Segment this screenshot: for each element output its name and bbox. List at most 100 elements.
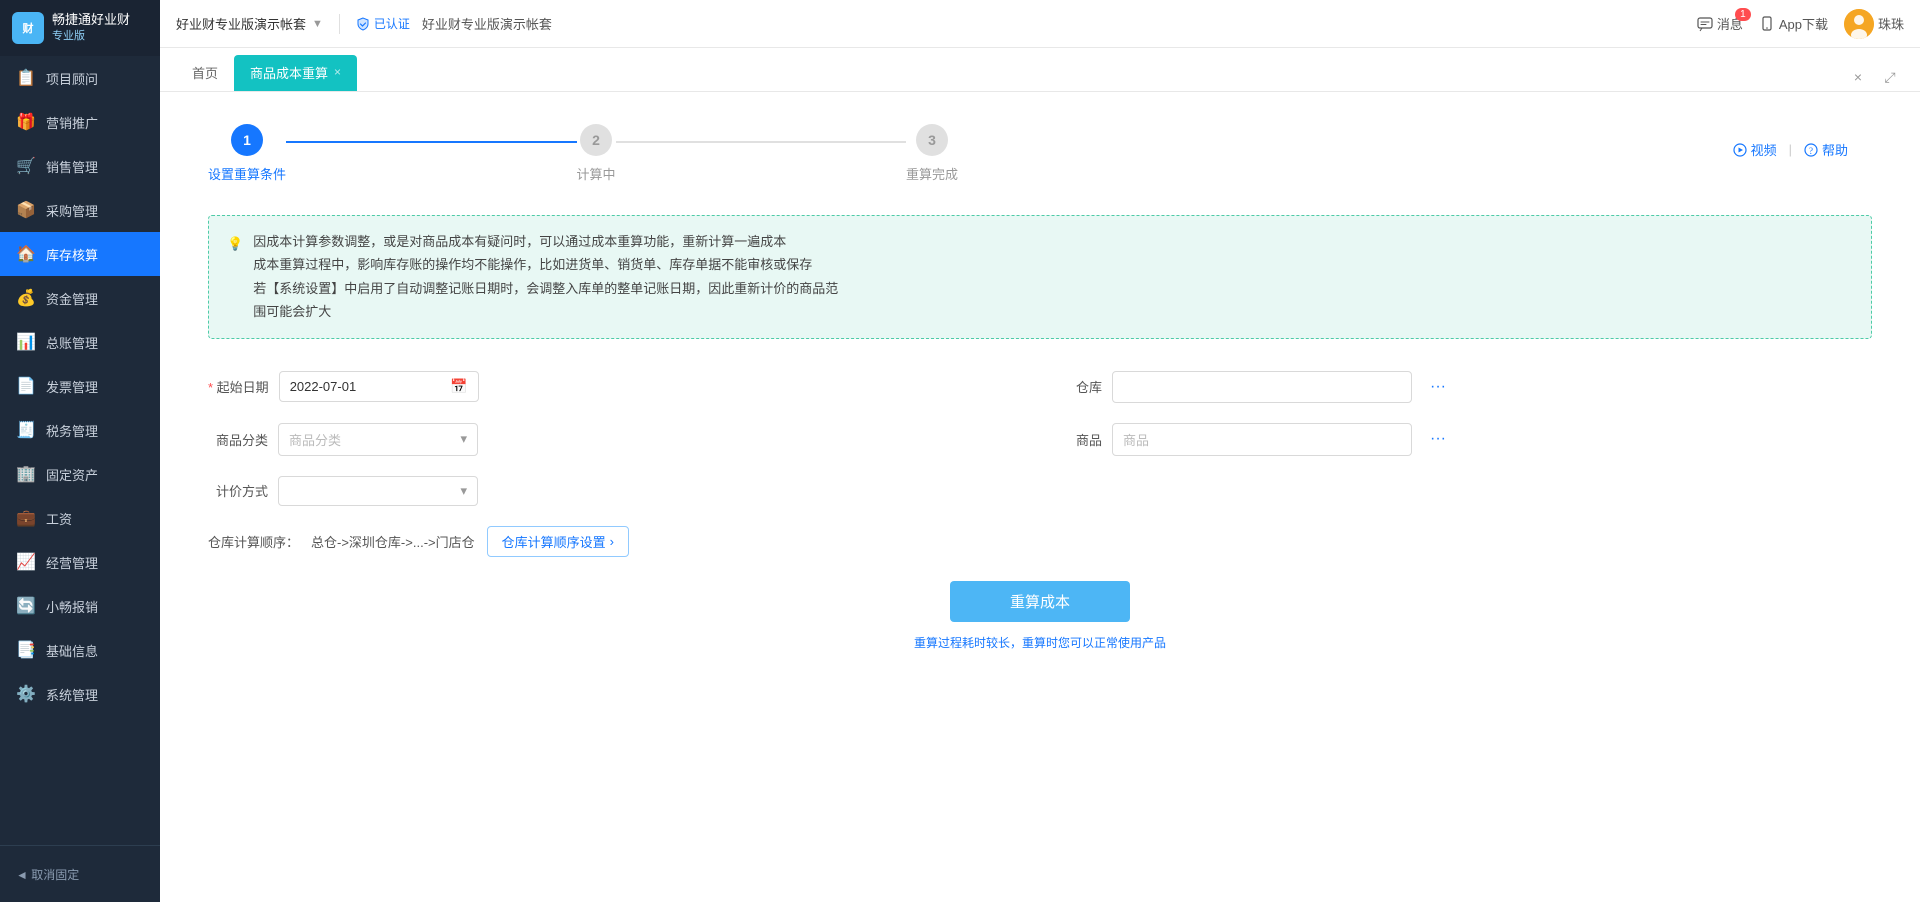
sidebar-item-project[interactable]: 📋 项目顾问 (0, 56, 160, 100)
account-dropdown-arrow: ▼ (312, 18, 323, 30)
warehouse-order-row: 仓库计算顺序： 总仓->深圳仓库->...->门店仓 仓库计算顺序设置 › (208, 526, 1872, 557)
warehouse-order-value: 总仓->深圳仓库->...->门店仓 (311, 532, 475, 551)
price-method-label: 计价方式 (208, 481, 268, 500)
sidebar-item-label: 采购管理 (46, 201, 98, 220)
sidebar-item-label: 税务管理 (46, 421, 98, 440)
step-3: 3 重算完成 (906, 124, 958, 183)
warehouse-order-settings-button[interactable]: 仓库计算顺序设置 › (487, 526, 629, 557)
warehouse-dots-button[interactable]: ··· (1422, 378, 1454, 396)
expand-window-button[interactable]: ⤢ (1876, 63, 1904, 91)
shield-icon (356, 17, 370, 31)
unpin-label: ◄ 取消固定 (16, 866, 79, 883)
user-avatar[interactable]: 珠珠 (1844, 9, 1904, 39)
category-field: 商品分类 商品分类 ▾ (208, 423, 1028, 456)
sidebar-item-inventory[interactable]: 🏠 库存核算 (0, 232, 160, 276)
warehouse-order-label: 仓库计算顺序： (208, 532, 299, 551)
sidebar-item-basic[interactable]: 📑 基础信息 (0, 628, 160, 672)
warehouse-input[interactable] (1112, 371, 1412, 403)
form-row-2: 商品分类 商品分类 ▾ 商品 商品 ··· (208, 423, 1872, 456)
page-content: 1 设置重算条件 2 计算中 3 重算完成 (160, 92, 1920, 902)
notice-text: 因成本计算参数调整，或是对商品成本有疑问时，可以通过成本重算功能，重新计算一遍成… (253, 230, 838, 324)
tab-close-button[interactable]: × (334, 65, 341, 79)
logo-text: 畅捷通好业财 专业版 (52, 12, 130, 43)
sidebar-item-label: 库存核算 (46, 245, 98, 264)
logo-icon: 财 (12, 12, 44, 44)
sidebar-item-invoice[interactable]: 📄 发票管理 (0, 364, 160, 408)
main-content: 好业财专业版演示帐套 ▼ 已认证 好业财专业版演示帐套 消息 1 (160, 0, 1920, 902)
topbar-divider-1 (339, 14, 340, 34)
form-section: * 起始日期 2022-07-01 📅 仓库 ··· (208, 371, 1872, 557)
step-1: 1 设置重算条件 (208, 124, 286, 183)
step-1-circle: 1 (231, 124, 263, 156)
start-date-value: 2022-07-01 (290, 379, 357, 394)
help-label: 帮助 (1822, 140, 1848, 159)
step-3-label: 重算完成 (906, 164, 958, 183)
sidebar: 财 畅捷通好业财 专业版 📋 项目顾问 🎁 营销推广 🛒 销售管理 📦 采购管理… (0, 0, 160, 902)
app-download-button[interactable]: App下载 (1759, 14, 1828, 33)
category-label: 商品分类 (208, 430, 268, 449)
start-date-field: * 起始日期 2022-07-01 📅 (208, 371, 1028, 402)
basic-icon: 📑 (16, 640, 36, 660)
invoice-icon: 📄 (16, 376, 36, 396)
sidebar-item-label: 基础信息 (46, 641, 98, 660)
sidebar-logo: 财 畅捷通好业财 专业版 (0, 0, 160, 56)
video-label: 视频 (1751, 140, 1777, 159)
close-window-button[interactable]: × (1844, 63, 1872, 91)
topbar-actions: 消息 1 App下载 珠珠 (1697, 9, 1904, 39)
step-2-circle: 2 (580, 124, 612, 156)
sidebar-item-label: 销售管理 (46, 157, 98, 176)
calendar-icon[interactable]: 📅 (450, 378, 467, 395)
product-placeholder: 商品 (1123, 430, 1149, 449)
step-3-circle: 3 (916, 124, 948, 156)
sidebar-item-expense[interactable]: 🔄 小畅报销 (0, 584, 160, 628)
account-selector[interactable]: 好业财专业版演示帐套 ▼ (176, 14, 323, 33)
tab-cost-recalc[interactable]: 商品成本重算 × (234, 55, 357, 91)
video-help-link[interactable]: 视频 (1733, 140, 1777, 159)
step-connector-1 (286, 141, 576, 143)
form-row-1: * 起始日期 2022-07-01 📅 仓库 ··· (208, 371, 1872, 403)
start-date-input[interactable]: 2022-07-01 📅 (279, 371, 479, 402)
sidebar-item-purchase[interactable]: 📦 采购管理 (0, 188, 160, 232)
sidebar-item-label: 固定资产 (46, 465, 98, 484)
warehouse-arrow-icon: › (610, 534, 614, 549)
category-dropdown-arrow: ▾ (460, 431, 467, 447)
product-input[interactable]: 商品 (1112, 423, 1412, 456)
inventory-icon: 🏠 (16, 244, 36, 264)
certified-name: 好业财专业版演示帐套 (422, 14, 552, 33)
price-method-select[interactable]: ▾ (278, 476, 478, 506)
tab-home[interactable]: 首页 (176, 55, 234, 91)
tabs-bar: 首页 商品成本重算 × × ⤢ (160, 48, 1920, 92)
message-icon (1697, 16, 1713, 32)
sidebar-item-system[interactable]: ⚙️ 系统管理 (0, 672, 160, 716)
message-button[interactable]: 消息 1 (1697, 14, 1743, 33)
verified-label: 已认证 (374, 15, 410, 32)
content-area: 1 设置重算条件 2 计算中 3 重算完成 (160, 92, 1920, 902)
sidebar-item-salary[interactable]: 💼 工资 (0, 496, 160, 540)
recalculate-button[interactable]: 重算成本 (950, 581, 1130, 622)
product-label: 商品 (1052, 430, 1102, 449)
operation-icon: 📈 (16, 552, 36, 572)
product-dots-button[interactable]: ··· (1422, 430, 1454, 448)
sidebar-item-finance[interactable]: 💰 资金管理 (0, 276, 160, 320)
tax-icon: 🧾 (16, 420, 36, 440)
sidebar-item-tax[interactable]: 🧾 税务管理 (0, 408, 160, 452)
price-method-arrow: ▾ (460, 483, 467, 499)
sidebar-item-marketing[interactable]: 🎁 营销推广 (0, 100, 160, 144)
step-connector-2 (616, 141, 906, 143)
category-placeholder: 商品分类 (289, 430, 341, 449)
price-method-field: 计价方式 ▾ (208, 476, 1872, 506)
marketing-icon: 🎁 (16, 112, 36, 132)
sidebar-item-operation[interactable]: 📈 经营管理 (0, 540, 160, 584)
sidebar-item-label: 营销推广 (46, 113, 98, 132)
unpin-button[interactable]: ◄ 取消固定 (0, 856, 160, 892)
sidebar-item-sales[interactable]: 🛒 销售管理 (0, 144, 160, 188)
salary-icon: 💼 (16, 508, 36, 528)
category-select[interactable]: 商品分类 ▾ (278, 423, 478, 456)
help-link[interactable]: ? 帮助 (1804, 140, 1848, 159)
verified-badge: 已认证 (356, 15, 410, 32)
sidebar-item-label: 总账管理 (46, 333, 98, 352)
sidebar-item-label: 小畅报销 (46, 597, 98, 616)
expense-icon: 🔄 (16, 596, 36, 616)
sidebar-item-accounting[interactable]: 📊 总账管理 (0, 320, 160, 364)
sidebar-item-asset[interactable]: 🏢 固定资产 (0, 452, 160, 496)
